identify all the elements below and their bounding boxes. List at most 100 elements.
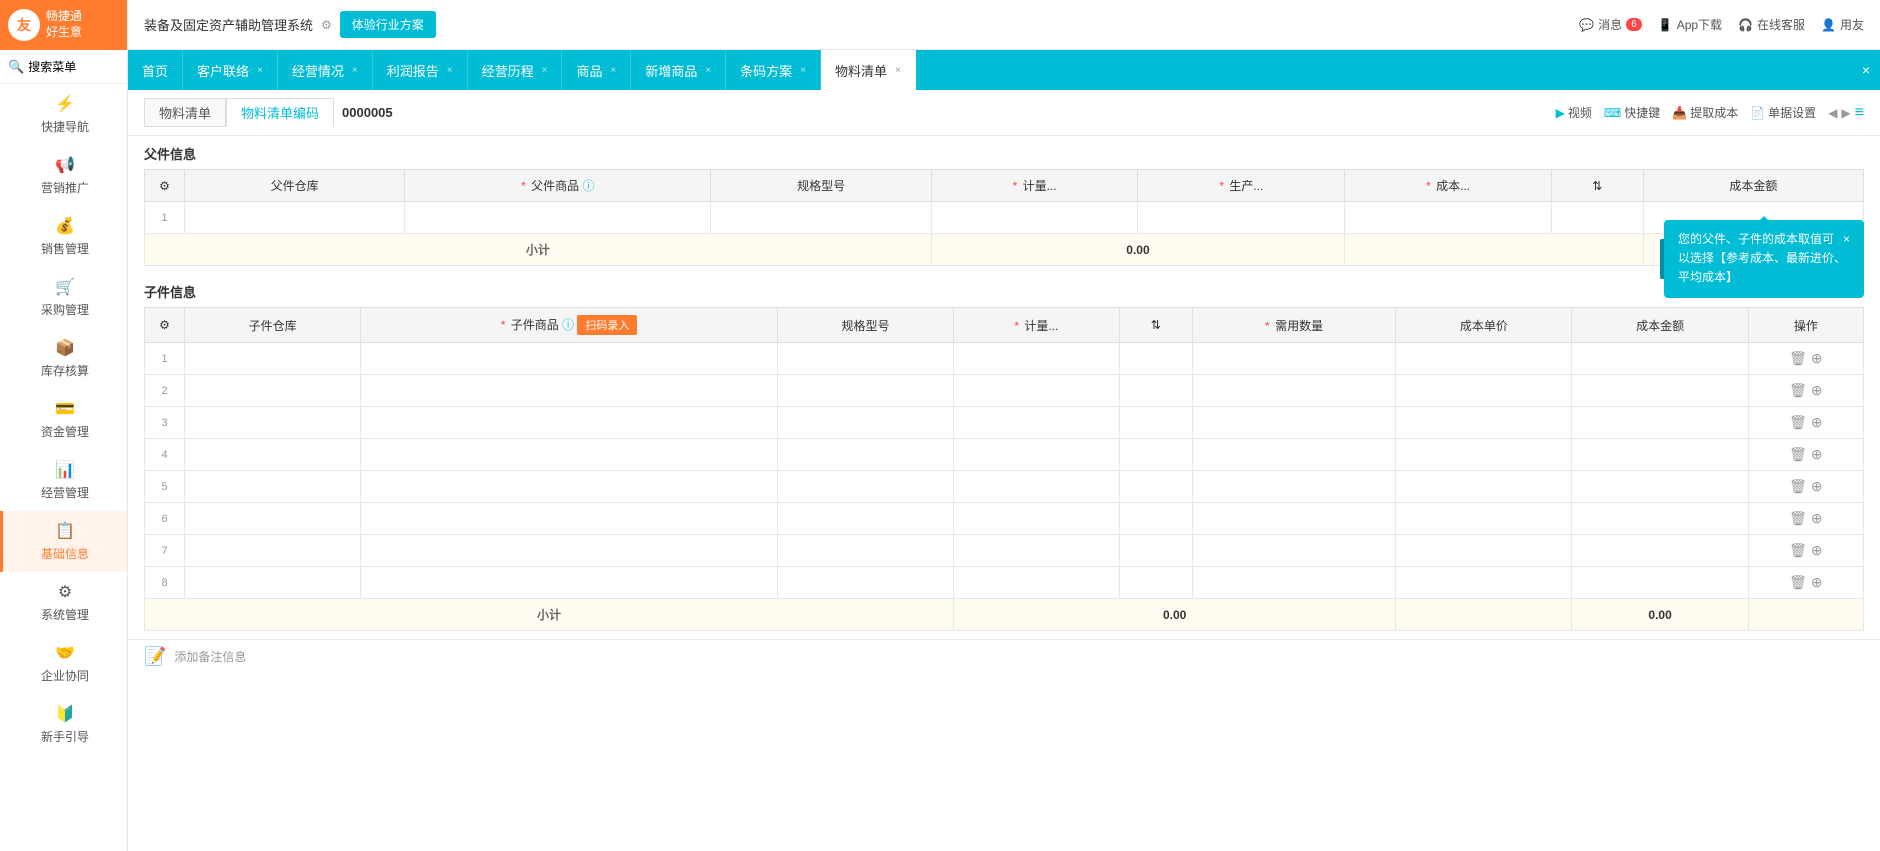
bom-code: 0000005 <box>342 105 393 120</box>
sidebar-item-quick-nav[interactable]: ⚡ 快捷导航 <box>0 84 127 145</box>
child-th-unit-price: 成本单价 <box>1396 308 1572 343</box>
topbar-right: 💬 消息 6 📱 App下载 🎧 在线客服 👤 用友 <box>1579 16 1864 33</box>
logo-icon: 友 <box>8 9 40 41</box>
search-menu[interactable]: 🔍 搜索菜单 <box>0 50 127 84</box>
tab-history[interactable]: 经营历程 × <box>468 50 563 90</box>
child-unit-price-2[interactable] <box>1396 375 1572 407</box>
tab-close-new-goods[interactable]: × <box>705 65 711 76</box>
copy-icon-2[interactable]: ⊕ <box>1811 382 1823 399</box>
copy-icon-4[interactable]: ⊕ <box>1811 446 1823 463</box>
video-icon: ▶ <box>1556 106 1565 120</box>
child-th-quantity: * 需用数量 <box>1192 308 1395 343</box>
sidebar-item-purchase[interactable]: 🛒 采购管理 <box>0 267 127 328</box>
child-goods-1[interactable] <box>361 343 778 375</box>
child-th-spec: 规格型号 <box>777 308 953 343</box>
settings-icon[interactable]: ⚙ <box>321 18 332 32</box>
shortcut-button[interactable]: ⌨ 快捷键 <box>1604 104 1660 121</box>
delete-icon-8[interactable]: 🗑 <box>1789 574 1807 591</box>
tab-close-history[interactable]: × <box>542 65 548 76</box>
child-unit-2[interactable] <box>954 375 1119 407</box>
child-subtotal-row: 小计 0.00 0.00 <box>145 599 1864 631</box>
sidebar-item-sales[interactable]: 💰 销售管理 <box>0 206 127 267</box>
delete-icon-7[interactable]: 🗑 <box>1789 542 1807 559</box>
copy-icon-7[interactable]: ⊕ <box>1811 542 1823 559</box>
tab-close-barcode[interactable]: × <box>800 65 806 76</box>
delete-icon-4[interactable]: 🗑 <box>1789 446 1807 463</box>
child-spec-2[interactable] <box>777 375 953 407</box>
tab-business[interactable]: 经营情况 × <box>278 50 373 90</box>
sidebar-item-system[interactable]: ⚙ 系统管理 <box>0 572 127 633</box>
tab-customers[interactable]: 客户联络 × <box>183 50 278 90</box>
video-button[interactable]: ▶ 视频 <box>1556 104 1592 121</box>
sidebar-item-marketing[interactable]: 📢 营销推广 <box>0 145 127 206</box>
copy-icon-5[interactable]: ⊕ <box>1811 478 1823 495</box>
trial-button[interactable]: 体验行业方案 <box>340 11 436 38</box>
child-warehouse-1[interactable] <box>185 343 361 375</box>
delete-icon-6[interactable]: 🗑 <box>1789 510 1807 527</box>
child-qty-1[interactable] <box>1192 343 1395 375</box>
parent-warehouse-cell[interactable] <box>185 202 405 234</box>
parent-spec-cell[interactable] <box>711 202 931 234</box>
sidebar-item-finance[interactable]: 💳 资金管理 <box>0 389 127 450</box>
tab-goods[interactable]: 商品 × <box>562 50 631 90</box>
child-spec-1[interactable] <box>777 343 953 375</box>
sidebar-item-basic-info[interactable]: 📋 基础信息 <box>0 511 127 572</box>
system-title: 装备及固定资产辅助管理系统 <box>144 15 313 34</box>
delete-icon-3[interactable]: 🗑 <box>1789 414 1807 431</box>
tab-bom[interactable]: 物料清单 × <box>821 50 916 90</box>
tab-close-goods[interactable]: × <box>610 65 616 76</box>
logo-text: 畅捷通 好生意 <box>46 9 82 40</box>
parent-cost-cell[interactable] <box>1345 202 1552 234</box>
child-th-warehouse: 子件仓库 <box>185 308 361 343</box>
copy-icon-3[interactable]: ⊕ <box>1811 414 1823 431</box>
tab-profit[interactable]: 利润报告 × <box>373 50 468 90</box>
copy-icon-6[interactable]: ⊕ <box>1811 510 1823 527</box>
copy-icon-8[interactable]: ⊕ <box>1811 574 1823 591</box>
next-page-button[interactable]: ▶ <box>1841 106 1850 120</box>
online-service-button[interactable]: 🎧 在线客服 <box>1738 16 1805 33</box>
child-warehouse-2[interactable] <box>185 375 361 407</box>
tab-home[interactable]: 首页 <box>128 50 183 90</box>
child-qty-2[interactable] <box>1192 375 1395 407</box>
tooltip-close-button[interactable]: × <box>1843 230 1850 249</box>
delete-icon-5[interactable]: 🗑 <box>1789 478 1807 495</box>
sub-tab-code[interactable]: 物料清单编码 <box>226 98 334 127</box>
child-cost-2 <box>1572 375 1748 407</box>
tooltip-popup: × 您的父件、子件的成本取值可以选择【参考成本、最新进价、平均成本】 <box>1664 220 1864 298</box>
user-menu[interactable]: 👤 用友 <box>1821 16 1864 33</box>
tab-close-customers[interactable]: × <box>257 65 263 76</box>
close-all-tabs[interactable]: × <box>1852 62 1880 78</box>
tab-close-bom[interactable]: × <box>895 65 901 76</box>
parent-produce-cell[interactable] <box>1138 202 1345 234</box>
parent-unit-cell[interactable] <box>931 202 1138 234</box>
headset-icon: 🎧 <box>1738 18 1753 32</box>
grid-view-button[interactable]: ≡ <box>1855 104 1864 122</box>
child-th-cost-amount: 成本金额 <box>1572 308 1748 343</box>
sub-tab-list[interactable]: 物料清单 <box>144 98 226 127</box>
child-th-goods: * 子件商品 ⓘ 扫码录入 <box>361 308 778 343</box>
note-text[interactable]: 添加备注信息 <box>174 648 246 665</box>
sidebar-item-operations[interactable]: 📊 经营管理 <box>0 450 127 511</box>
delete-icon-1[interactable]: 🗑 <box>1789 350 1807 367</box>
child-unit-1[interactable] <box>954 343 1119 375</box>
parent-goods-cell[interactable] <box>405 202 711 234</box>
sidebar-item-inventory[interactable]: 📦 库存核算 <box>0 328 127 389</box>
scan-input-button[interactable]: 扫码录入 <box>577 315 637 335</box>
sidebar-item-collab[interactable]: 🤝 企业协同 <box>0 633 127 694</box>
single-settings-button[interactable]: 📄 单据设置 <box>1750 104 1816 121</box>
pagination-controls: ◀ ▶ ≡ <box>1828 104 1864 122</box>
parent-subtotal-unit: 0.00 <box>931 234 1345 266</box>
sidebar-item-guide[interactable]: 🔰 新手引导 <box>0 694 127 755</box>
copy-icon-1[interactable]: ⊕ <box>1811 350 1823 367</box>
tab-barcode[interactable]: 条码方案 × <box>726 50 821 90</box>
message-button[interactable]: 💬 消息 6 <box>1579 16 1642 33</box>
delete-icon-2[interactable]: 🗑 <box>1789 382 1807 399</box>
child-goods-2[interactable] <box>361 375 778 407</box>
tab-close-profit[interactable]: × <box>447 65 453 76</box>
child-unit-price-1[interactable] <box>1396 343 1572 375</box>
extract-cost-button[interactable]: 📥 提取成本 <box>1672 104 1738 121</box>
prev-page-button[interactable]: ◀ <box>1828 106 1837 120</box>
tab-new-goods[interactable]: 新增商品 × <box>631 50 726 90</box>
app-download-button[interactable]: 📱 App下载 <box>1658 16 1722 33</box>
tab-close-business[interactable]: × <box>352 65 358 76</box>
